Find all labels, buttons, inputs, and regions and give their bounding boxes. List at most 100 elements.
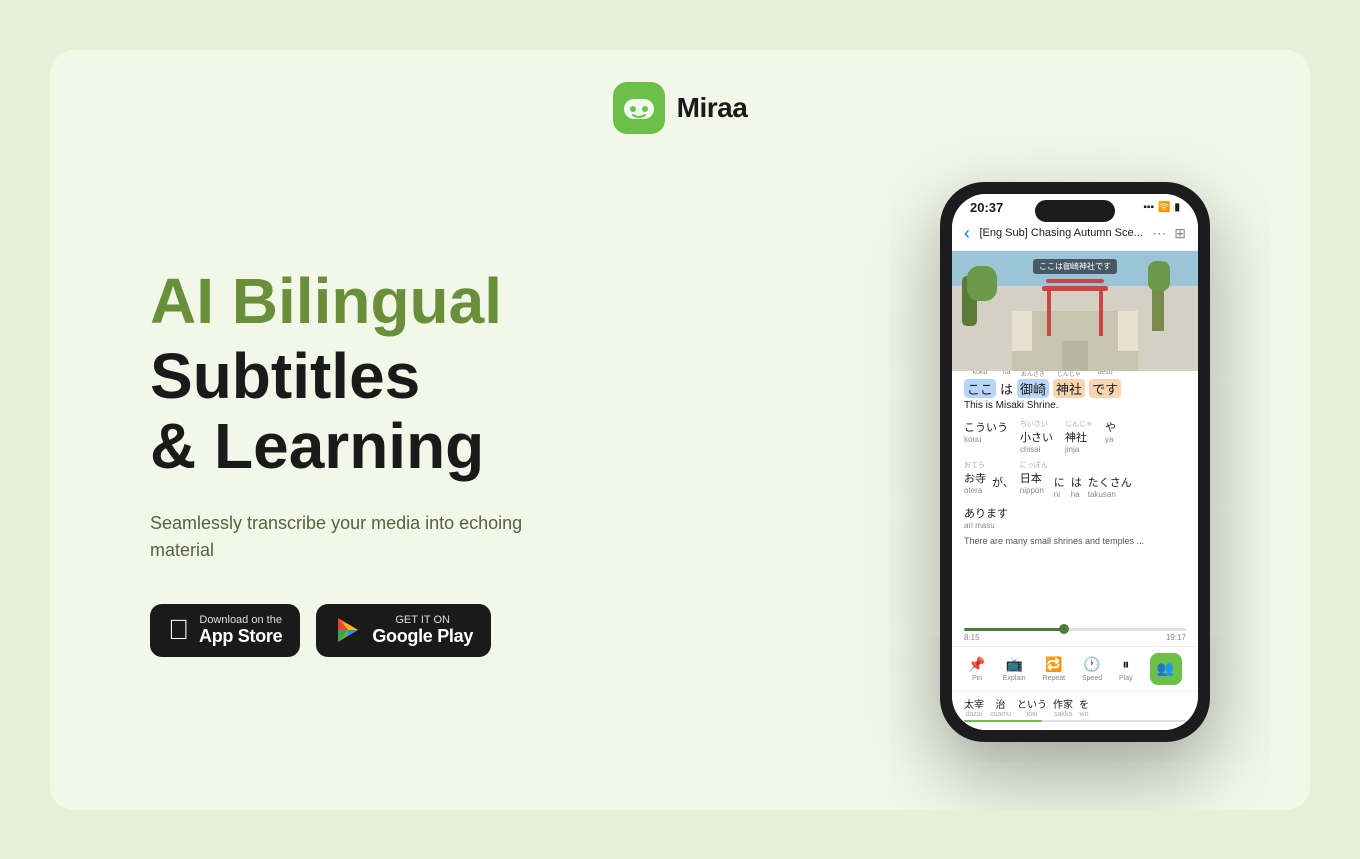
explain-control[interactable]: 📺 Explain: [1003, 656, 1026, 682]
vocab-jp-chiisai: 小さい: [1020, 429, 1053, 445]
vocab-jp-takusan: たくさん: [1088, 474, 1132, 490]
vocab-romaji-jinja: jinja: [1065, 445, 1079, 454]
repeat-control[interactable]: 🔁 Repeat: [1043, 656, 1066, 682]
wifi-signal-icon: 🛜: [1158, 202, 1170, 213]
bottom-word-dazai: 太宰 dazai: [964, 696, 984, 718]
ruby-koko: koko: [973, 371, 988, 376]
vocab-ruby-jinja: じんじゃ: [1065, 419, 1093, 429]
speed-control[interactable]: 🕐 Speed: [1082, 656, 1102, 682]
bottom-progress-bar: [964, 720, 1186, 722]
right-side: 20:37 ▪▪▪ 🛜 ▮ ‹ [Eng Sub] Chasing Autumn…: [940, 182, 1210, 742]
app-name: Miraa: [677, 92, 748, 124]
vocab-romaji-arimasu: ari masu: [964, 521, 995, 530]
vocab-row-1: こういう kouu ちいさい 小さい chisai じんじゃ 神社: [964, 419, 1186, 454]
vocab-romaji-otera: otera: [964, 486, 982, 495]
vocab-romaji-chiisai: chisai: [1020, 445, 1040, 454]
vocab-otera: おてら お寺 otera: [964, 460, 986, 499]
app-store-button[interactable]:  Download on the App Store: [150, 604, 300, 657]
jp-word-koko: koko ここ: [964, 379, 996, 398]
bottom-word-wo: を wo: [1079, 696, 1089, 718]
vocab-row-2: おてら お寺 otera が、 にっぽん 日本 nippon: [964, 460, 1186, 499]
repeat-icon: 🔁: [1045, 656, 1062, 673]
subtitles-section: koko ここ ha は おんざき 御崎: [952, 371, 1198, 624]
app-store-top-label: Download on the: [199, 614, 282, 626]
back-button[interactable]: ‹: [964, 223, 970, 244]
menu-icon[interactable]: ⋯: [1152, 225, 1166, 242]
jp-subtitle-main: koko ここ ha は おんざき 御崎: [964, 379, 1186, 398]
play-control[interactable]: ⏸ Play: [1119, 656, 1133, 682]
google-play-text: GET IT ON Google Play: [372, 614, 473, 647]
vocab-jp-ga: が、: [992, 474, 1014, 490]
vocab-romaji-ya: ya: [1105, 435, 1113, 444]
progress-section: 8:15 19:17: [952, 624, 1198, 646]
vocab-jp-arimasu: あります: [964, 505, 1008, 521]
vocab-jp-jinja: 神社: [1065, 429, 1087, 445]
vocab-nippon: にっぽん 日本 nippon: [1020, 460, 1048, 499]
logo-icon: [613, 82, 665, 134]
google-play-icon: [334, 616, 362, 644]
speed-label: Speed: [1082, 675, 1102, 682]
vocab-romaji-ha2: ha: [1071, 490, 1080, 499]
bottom-word-osamu: 治 osamu: [990, 696, 1011, 718]
pin-label: Pin: [972, 675, 982, 682]
bottom-progress-fill: [964, 720, 1042, 722]
vocab-ni: に ni: [1054, 460, 1065, 499]
wifi-icon: ▪▪▪: [1143, 202, 1154, 213]
headline-black-1: Subtitles: [150, 341, 670, 411]
video-subtitle-overlay: ここは御崎神社です: [1033, 259, 1117, 274]
pin-icon: 📌: [968, 656, 985, 673]
video-title: [Eng Sub] Chasing Autumn Sce...: [978, 227, 1144, 239]
vocab-arimasu: あります ari masu: [964, 505, 1008, 530]
vocab-romaji-nippon: nippon: [1020, 486, 1044, 495]
ruby-ha: ha: [1003, 371, 1011, 376]
jp-word-desu: desu です: [1089, 379, 1121, 398]
vocab-ruby-nippon: にっぽん: [1020, 460, 1048, 470]
ruby-desu: desu: [1097, 371, 1112, 376]
explain-label: Explain: [1003, 675, 1026, 682]
ruby-onzaki: おんざき: [1021, 371, 1045, 378]
ruby-jinja: じんじゃ: [1057, 371, 1081, 378]
vocab-jp-ha2: は: [1071, 474, 1082, 490]
people-icon: 👥: [1157, 660, 1174, 677]
jp-word-onzaki: おんざき 御崎: [1017, 379, 1049, 398]
header: Miraa: [50, 50, 1310, 154]
google-play-bottom-label: Google Play: [372, 626, 473, 647]
bottom-word-toiu: という toiu: [1017, 696, 1047, 718]
en-translation-1: This is Misaki Shrine.: [964, 400, 1186, 411]
vocab-jp-ya: や: [1105, 419, 1116, 435]
video-area: ここは御崎神社です: [952, 251, 1198, 371]
vocab-jp-kouiu: こういう: [964, 419, 1008, 435]
vocab-ha2: は ha: [1071, 460, 1082, 499]
community-button[interactable]: 👥: [1150, 653, 1182, 685]
hero-subtitle: Seamlessly transcribe your media into ec…: [150, 510, 550, 564]
jp-word-ha: ha は: [1000, 379, 1013, 398]
apple-icon: : [168, 616, 189, 644]
vocab-ruby-otera: おてら: [964, 460, 985, 470]
vocab-ya: や ya: [1105, 419, 1116, 454]
time-start: 8:15: [964, 633, 980, 642]
jp-word-jinja: じんじゃ 神社: [1053, 379, 1085, 398]
vocab-chiisai: ちいさい 小さい chisai: [1020, 419, 1053, 454]
headline-black-2: & Learning: [150, 411, 670, 481]
headline-green: AI Bilingual: [150, 266, 670, 336]
nav-bar: ‹ [Eng Sub] Chasing Autumn Sce... ⋯ ⊞: [952, 219, 1198, 251]
app-store-bottom-label: App Store: [199, 626, 282, 647]
google-play-button[interactable]: GET IT ON Google Play: [316, 604, 491, 657]
store-buttons:  Download on the App Store: [150, 604, 670, 657]
vocab-romaji-takusan: takusan: [1088, 490, 1116, 499]
vocab-jp-nippon: 日本: [1020, 470, 1042, 486]
time-end: 19:17: [1166, 633, 1186, 642]
controls-bar: 📌 Pin 📺 Explain 🔁 Repeat 🕐: [952, 646, 1198, 691]
vocab-kouiu: こういう kouu: [964, 419, 1008, 454]
pin-control[interactable]: 📌 Pin: [968, 656, 985, 682]
settings-icon[interactable]: ⊞: [1174, 225, 1186, 242]
dynamic-island: [1035, 200, 1115, 222]
vocab-ruby-chiisai: ちいさい: [1020, 419, 1048, 429]
main-content: AI Bilingual Subtitles & Learning Seamle…: [50, 154, 1310, 810]
bottom-subtitle: 太宰 dazai 治 osamu という toiu: [952, 691, 1198, 730]
play-label: Play: [1119, 675, 1133, 682]
progress-bar[interactable]: [964, 628, 1186, 631]
progress-dot: [1059, 624, 1069, 634]
vocab-jp-otera: お寺: [964, 470, 986, 486]
vocab-ga: が、: [992, 460, 1014, 499]
